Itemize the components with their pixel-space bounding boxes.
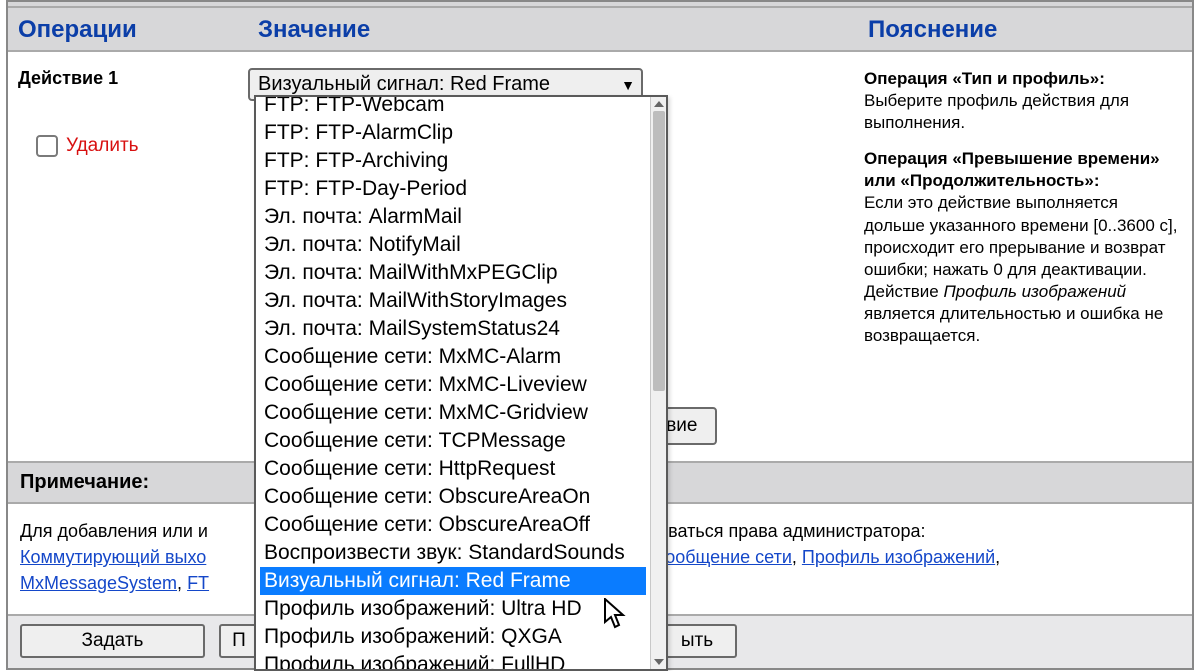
dropdown-option[interactable]: FTP: FTP-AlarmClip — [260, 119, 646, 147]
header-operations: Операции — [8, 8, 248, 50]
set-button[interactable]: Задать — [20, 624, 205, 658]
dropdown-option[interactable]: Сообщение сети: HttpRequest — [260, 455, 646, 483]
help-text: Операция «Тип и профиль»: Выберите профи… — [858, 62, 1192, 451]
dropdown-option[interactable]: FTP: FTP-Webcam — [260, 95, 646, 119]
help-block2-text-b-em: Профиль изображений — [943, 282, 1126, 301]
dropdown-option[interactable]: Визуальный сигнал: Red Frame — [260, 567, 646, 595]
header-value: Значение — [248, 8, 858, 50]
dropdown-option[interactable]: Профиль изображений: QXGA — [260, 623, 646, 651]
dropdown-option[interactable]: Сообщение сети: TCPMessage — [260, 427, 646, 455]
link-image-profile[interactable]: Профиль изображений — [802, 547, 995, 567]
button-2-partial[interactable]: П — [219, 624, 259, 658]
dropdown-option[interactable]: Сообщение сети: ObscureAreaOff — [260, 511, 646, 539]
dropdown-option[interactable]: Профиль изображений: Ultra HD — [260, 595, 646, 623]
dropdown-option[interactable]: Сообщение сети: MxMC-Gridview — [260, 399, 646, 427]
action-type-selected-value: Визуальный сигнал: Red Frame — [258, 73, 550, 95]
dropdown-option[interactable]: FTP: FTP-Day-Period — [260, 175, 646, 203]
link-ftp-partial[interactable]: FT — [187, 573, 209, 593]
note-tail: ебоваться права администратора: — [638, 521, 926, 541]
help-block2-text-b-post: является длительностью и ошибка не возвр… — [864, 304, 1163, 345]
help-block2-text-a: Если это действие выполняется дольше ука… — [864, 192, 1180, 280]
dropdown-scrollbar[interactable] — [650, 97, 666, 669]
dropdown-option[interactable]: Эл. почта: NotifyMail — [260, 231, 646, 259]
dropdown-option[interactable]: Сообщение сети: ObscureAreaOn — [260, 483, 646, 511]
link-network-message[interactable]: Сообщение сети — [652, 547, 792, 567]
button-3-partial[interactable]: ыть — [657, 624, 737, 658]
dropdown-scroll-thumb[interactable] — [653, 111, 665, 391]
dropdown-option[interactable]: Сообщение сети: MxMC-Liveview — [260, 371, 646, 399]
action-type-dropdown[interactable]: FTP: FTP-WebcamFTP: FTP-AlarmClipFTP: FT… — [254, 95, 668, 671]
dropdown-option[interactable]: Воспроизвести звук: StandardSounds — [260, 539, 646, 567]
dropdown-option[interactable]: Эл. почта: AlarmMail — [260, 203, 646, 231]
dropdown-option[interactable]: Профиль изображений: FullHD — [260, 651, 646, 671]
header-explanation: Пояснение — [858, 8, 1192, 50]
dropdown-option[interactable]: Эл. почта: MailSystemStatus24 — [260, 315, 646, 343]
delete-label[interactable]: Удалить — [66, 135, 139, 157]
dropdown-option[interactable]: Сообщение сети: MxMC-Alarm — [260, 343, 646, 371]
action-1-label: Действие 1 — [8, 62, 248, 95]
dropdown-option[interactable]: Эл. почта: MailWithStoryImages — [260, 287, 646, 315]
note-lead: Для добавления или и — [20, 521, 208, 541]
link-mxmessagesystem[interactable]: MxMessageSystem — [20, 573, 177, 593]
help-block2-text-b-pre: Действие — [864, 282, 943, 301]
column-header-row: Операции Значение Пояснение — [8, 6, 1192, 52]
dropdown-option[interactable]: FTP: FTP-Archiving — [260, 147, 646, 175]
help-block2-title: Операция «Превышение времени» или «Продо… — [864, 149, 1160, 190]
dropdown-option[interactable]: Эл. почта: MailWithMxPEGClip — [260, 259, 646, 287]
chevron-down-icon: ▼ — [621, 77, 635, 93]
delete-checkbox[interactable] — [36, 135, 58, 157]
help-block1-text: Выберите профиль действия для выполнения… — [864, 90, 1180, 134]
dropdown-list: FTP: FTP-WebcamFTP: FTP-AlarmClipFTP: FT… — [256, 95, 650, 671]
help-block1-title: Операция «Тип и профиль»: — [864, 69, 1105, 88]
link-switching-output[interactable]: Коммутирующий выхо — [20, 547, 206, 567]
